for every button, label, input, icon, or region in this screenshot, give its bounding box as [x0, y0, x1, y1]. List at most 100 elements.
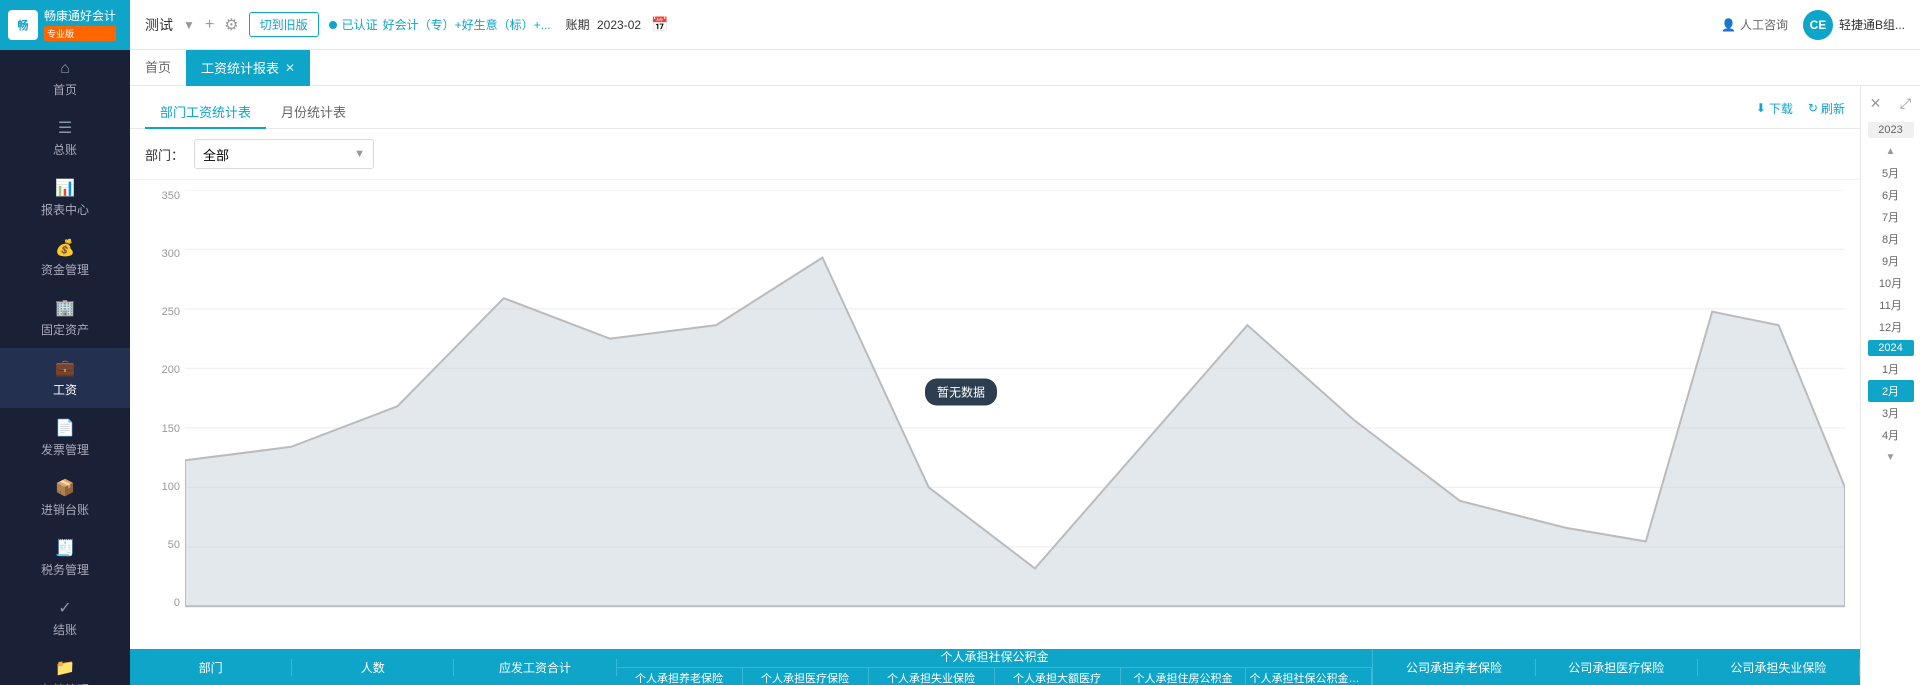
sidebar-item-label: 发票管理 — [41, 441, 89, 458]
sidebar-logo: 畅 畅康通好会计 专业版 — [0, 0, 130, 50]
sidebar-item-reports[interactable]: 📊 报表中心 — [0, 168, 130, 228]
month-feb-2024[interactable]: 2月 — [1868, 380, 1914, 402]
tab-home[interactable]: 首页 — [130, 50, 186, 86]
refresh-button[interactable]: ↻ 刷新 — [1808, 100, 1845, 117]
topbar-add-button[interactable]: + — [205, 16, 214, 34]
advisor-button[interactable]: 👤 人工咨询 — [1721, 16, 1788, 33]
download-button[interactable]: ⬇ 下载 — [1756, 100, 1793, 117]
logo-badge: 专业版 — [44, 26, 116, 41]
sidebar-item-archive[interactable]: 📁 归档管理 — [0, 648, 130, 685]
advisor-icon: 👤 — [1721, 18, 1736, 32]
topbar-period: 账期 2023-02 — [566, 16, 641, 33]
calendar-icon[interactable]: 📅 — [651, 16, 668, 33]
sub-tab-monthly[interactable]: 月份统计表 — [266, 96, 361, 129]
logo-icon: 畅 — [8, 10, 38, 40]
checkout-icon: ✓ — [58, 598, 71, 618]
col-housing: 个人承担住房公积金 — [1121, 668, 1247, 685]
tab-salary-report[interactable]: 工资统计报表 ✕ — [186, 50, 310, 86]
logo-title: 畅康通好会计 — [44, 9, 116, 25]
chart-tooltip: 暂无数据 — [925, 379, 997, 406]
y-axis: 350 300 250 200 150 100 50 0 — [145, 190, 185, 609]
chart-path — [185, 258, 1845, 607]
sidebar-item-label: 报表中心 — [41, 201, 89, 218]
sidebar-item-label: 结账 — [53, 621, 77, 638]
sidebar-item-assets[interactable]: 🏢 固定资产 — [0, 288, 130, 348]
sidebar-item-label: 资金管理 — [41, 261, 89, 278]
chart-svg — [185, 190, 1845, 609]
month-aug-2023[interactable]: 8月 — [1868, 228, 1914, 250]
assets-icon: 🏢 — [55, 298, 75, 318]
topbar-status: 已认证 好会计（专）+好生意（标）+... — [329, 16, 551, 33]
sidebar-item-salary[interactable]: 💼 工资 — [0, 348, 130, 408]
month-apr-2024[interactable]: 4月 — [1868, 424, 1914, 446]
tab-close-button[interactable]: ✕ — [285, 61, 295, 75]
panel-buttons-row: ✕ ⤢ — [1864, 91, 1918, 115]
col-group-cells: 个人承担养老保险 个人承担医疗保险 个人承担失业保险 个人承担大额医疗 个人承担… — [617, 668, 1373, 685]
month-nov-2023[interactable]: 11月 — [1868, 294, 1914, 316]
sidebar-item-sales[interactable]: 📦 进销台账 — [0, 468, 130, 528]
month-mar-2024[interactable]: 3月 — [1868, 402, 1914, 424]
home-icon: ⌂ — [60, 60, 70, 78]
sub-tabs-right: ⬇ 下载 ↻ 刷新 — [1756, 100, 1845, 125]
year-2024[interactable]: 2024 — [1868, 340, 1914, 356]
funds-icon: 💰 — [55, 238, 75, 258]
salary-icon: 💼 — [55, 358, 75, 378]
topbar-dropdown-arrow[interactable]: ▼ — [183, 18, 195, 32]
main-content: 测试 ▼ + ⚙ 切到旧版 已认证 好会计（专）+好生意（标）+... 账期 2… — [130, 0, 1920, 685]
content-area: 部门工资统计表 月份统计表 ⬇ 下载 ↻ 刷新 — [130, 86, 1920, 685]
avatar: CE — [1803, 10, 1833, 40]
year-2023[interactable]: 2023 — [1868, 122, 1914, 138]
status-tags: 好会计（专）+好生意（标）+... — [383, 16, 551, 33]
col-total-salary: 应发工资合计 — [454, 659, 616, 676]
col-company-pension: 公司承担养老保险 — [1373, 659, 1535, 676]
sidebar-item-invoice[interactable]: 📄 发票管理 — [0, 408, 130, 468]
chart-area: 350 300 250 200 150 100 50 0 — [145, 190, 1845, 639]
month-may-2023[interactable]: 5月 — [1868, 162, 1914, 184]
y-label-100: 100 — [145, 481, 185, 493]
dept-select[interactable]: 全部 ▼ — [194, 139, 374, 169]
topbar-settings-button[interactable]: ⚙ — [224, 15, 238, 35]
sidebar-item-funds[interactable]: 💰 资金管理 — [0, 228, 130, 288]
col-pension: 个人承担养老保险 — [617, 668, 743, 685]
topbar-title: 测试 — [145, 15, 173, 35]
col-total-social: 个人承担社保公积金合计 — [1246, 668, 1372, 685]
download-icon: ⬇ — [1756, 101, 1766, 115]
sidebar-item-home[interactable]: ⌂ 首页 — [0, 50, 130, 108]
col-group-personal: 个人承担社保公积金 个人承担养老保险 个人承担医疗保险 个人承担失业保险 个人承… — [617, 646, 1374, 685]
month-jul-2023[interactable]: 7月 — [1868, 206, 1914, 228]
right-panel: ✕ ⤢ 2023 ▲ 5月 6月 7月 8月 9月 10月 11月 12月 20… — [1860, 86, 1920, 685]
sidebar-item-ledger[interactable]: ☰ 总账 — [0, 108, 130, 168]
sub-tabs: 部门工资统计表 月份统计表 ⬇ 下载 ↻ 刷新 — [130, 86, 1860, 129]
month-jan-2024[interactable]: 1月 — [1868, 358, 1914, 380]
username: 轻捷通B组... — [1839, 16, 1905, 33]
month-sep-2023[interactable]: 9月 — [1868, 250, 1914, 272]
panel-nav-up[interactable]: ▲ — [1879, 142, 1903, 160]
tabs-bar: 首页 工资统计报表 ✕ — [130, 50, 1920, 86]
select-dropdown-arrow: ▼ — [354, 148, 365, 160]
month-jun-2023[interactable]: 6月 — [1868, 184, 1914, 206]
user-menu[interactable]: CE 轻捷通B组... — [1803, 10, 1905, 40]
sidebar-item-label: 进销台账 — [41, 501, 89, 518]
panel-expand-button[interactable]: ⤢ — [1894, 91, 1918, 115]
sidebar-item-checkout[interactable]: ✓ 结账 — [0, 588, 130, 648]
invoice-icon: 📄 — [55, 418, 75, 438]
sidebar-item-tax[interactable]: 🧾 税务管理 — [0, 528, 130, 588]
ledger-icon: ☰ — [58, 118, 72, 138]
filter-label: 部门： — [145, 145, 184, 164]
sidebar-item-label: 税务管理 — [41, 561, 89, 578]
y-label-150: 150 — [145, 423, 185, 435]
y-label-0: 0 — [145, 597, 185, 609]
chart-svg-area — [185, 190, 1845, 609]
sub-tab-dept[interactable]: 部门工资统计表 — [145, 96, 266, 129]
topbar-right: 👤 人工咨询 CE 轻捷通B组... — [1721, 10, 1905, 40]
month-oct-2023[interactable]: 10月 — [1868, 272, 1914, 294]
y-label-300: 300 — [145, 248, 185, 260]
old-version-button[interactable]: 切到旧版 — [249, 12, 319, 37]
col-count: 人数 — [292, 659, 454, 676]
sales-icon: 📦 — [55, 478, 75, 498]
col-group-header: 个人承担社保公积金 — [617, 646, 1373, 668]
panel-nav-down[interactable]: ▼ — [1879, 448, 1903, 466]
sidebar-item-label: 固定资产 — [41, 321, 89, 338]
month-dec-2023[interactable]: 12月 — [1868, 316, 1914, 338]
panel-close-button[interactable]: ✕ — [1864, 91, 1888, 115]
